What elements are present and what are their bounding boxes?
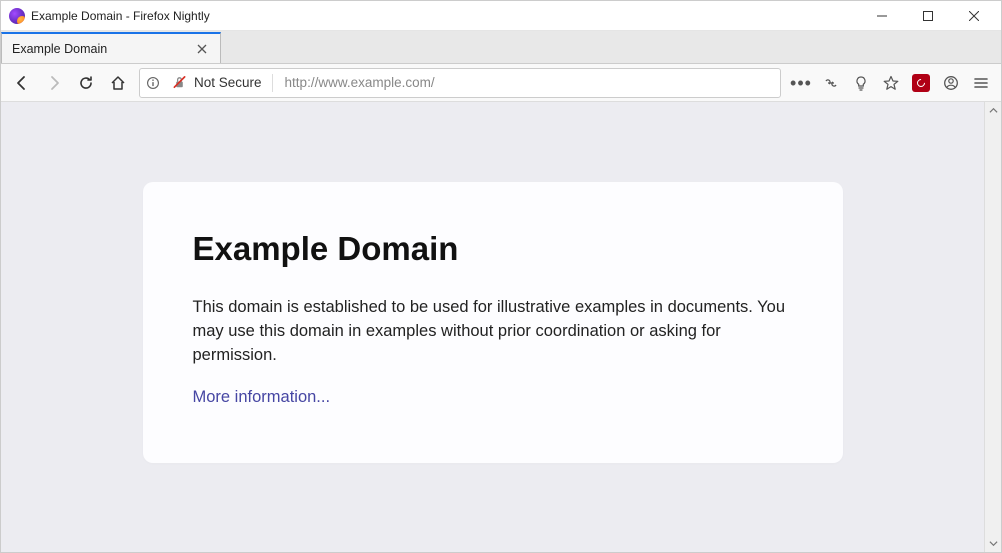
window-titlebar: Example Domain - Firefox Nightly (1, 1, 1001, 31)
ublock-icon[interactable] (907, 69, 935, 97)
scroll-down-arrow-icon[interactable] (985, 535, 1001, 552)
scroll-up-arrow-icon[interactable] (985, 102, 1001, 119)
tab-close-button[interactable] (194, 41, 210, 57)
insecure-lock-icon[interactable] (166, 70, 192, 96)
back-button[interactable] (7, 68, 37, 98)
forward-button[interactable] (39, 68, 69, 98)
account-icon[interactable] (937, 69, 965, 97)
tab-active[interactable]: Example Domain (1, 32, 221, 63)
site-info-icon[interactable] (140, 70, 166, 96)
browser-viewport: Example Domain This domain is establishe… (1, 102, 1001, 552)
navigation-toolbar: Not Secure http://www.example.com/ ••• (1, 64, 1001, 102)
page-actions-button[interactable]: ••• (787, 69, 815, 97)
page-paragraph: This domain is established to be used fo… (193, 296, 793, 368)
security-status-label: Not Secure (192, 75, 268, 90)
firefox-nightly-icon (9, 8, 25, 24)
reload-button[interactable] (71, 68, 101, 98)
page-heading: Example Domain (193, 230, 793, 268)
window-minimize-button[interactable] (859, 1, 905, 31)
screenshot-icon[interactable] (817, 69, 845, 97)
more-information-link[interactable]: More information... (193, 388, 331, 406)
page-content: Example Domain This domain is establishe… (1, 102, 984, 552)
window-title: Example Domain - Firefox Nightly (31, 9, 210, 23)
hint-icon[interactable] (847, 69, 875, 97)
bookmark-star-icon[interactable] (877, 69, 905, 97)
window-maximize-button[interactable] (905, 1, 951, 31)
tab-title: Example Domain (12, 42, 107, 56)
urlbar-divider (272, 74, 273, 92)
app-menu-button[interactable] (967, 69, 995, 97)
url-bar[interactable]: Not Secure http://www.example.com/ (139, 68, 781, 98)
home-button[interactable] (103, 68, 133, 98)
content-card: Example Domain This domain is establishe… (143, 182, 843, 463)
toolbar-actions: ••• (787, 69, 995, 97)
tab-strip: Example Domain (1, 31, 1001, 64)
vertical-scrollbar[interactable] (984, 102, 1001, 552)
url-display: http://www.example.com/ (277, 75, 780, 90)
window-close-button[interactable] (951, 1, 997, 31)
